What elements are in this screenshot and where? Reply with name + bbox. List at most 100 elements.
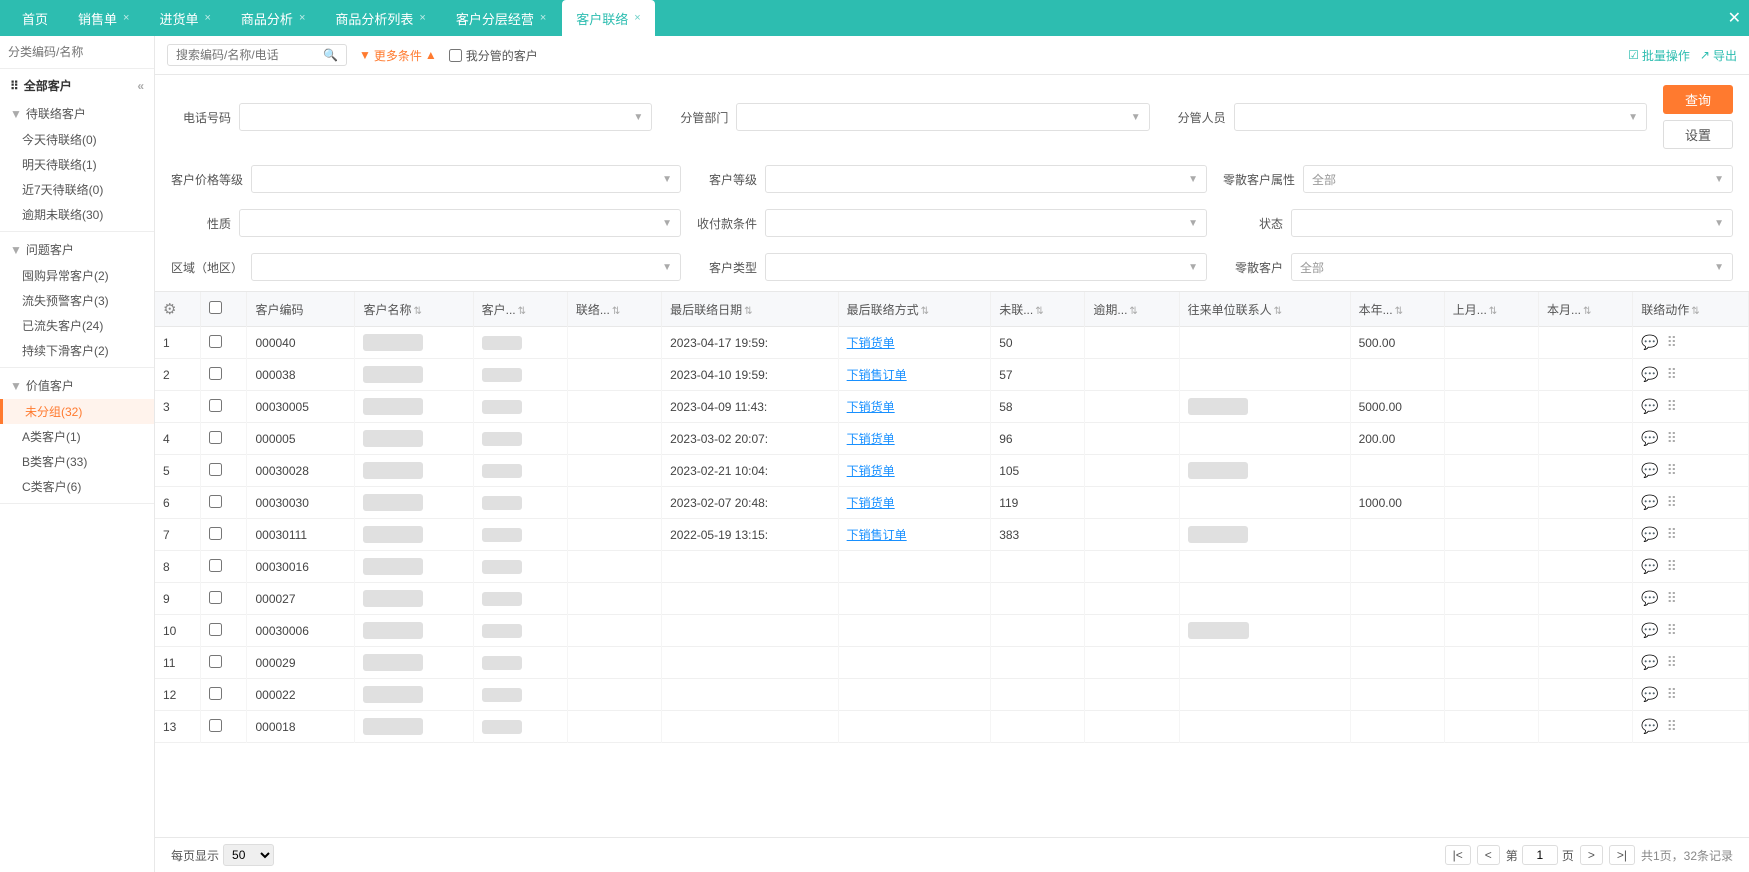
my-customers-checkbox[interactable] [449, 49, 462, 62]
row-checkbox-2[interactable] [201, 391, 247, 423]
tab-item-2[interactable]: 进货单× [145, 0, 224, 36]
comment-icon-11[interactable]: 💬 [1641, 686, 1658, 703]
adv-field-input-3-1[interactable]: ▼ [765, 253, 1207, 281]
filter-search-input[interactable] [176, 48, 318, 62]
tab-close-icon-5[interactable]: × [540, 12, 546, 24]
sidebar-group-label-0[interactable]: ▼ 待联络客户 [0, 100, 154, 127]
col-header-2[interactable]: 客户编码 [247, 292, 355, 327]
row-select-8[interactable] [209, 591, 222, 604]
row-checkbox-12[interactable] [201, 711, 247, 743]
prev-page-btn[interactable]: < [1477, 845, 1500, 865]
comment-icon-3[interactable]: 💬 [1641, 430, 1658, 447]
row-actions-9[interactable]: 💬 ⠿ [1633, 615, 1749, 647]
col-header-7[interactable]: 最后联络方式⇅ [838, 292, 991, 327]
col-header-6[interactable]: 最后联络日期⇅ [662, 292, 839, 327]
comment-icon-7[interactable]: 💬 [1641, 558, 1658, 575]
col-header-12[interactable]: 上月...⇅ [1444, 292, 1538, 327]
sidebar-sub-item-0-0[interactable]: 今天待联络(0) [0, 127, 154, 152]
sidebar-sub-item-0-2[interactable]: 近7天待联络(0) [0, 177, 154, 202]
comment-icon-0[interactable]: 💬 [1641, 334, 1658, 351]
row-last-method-1[interactable]: 下销售订单 [838, 359, 991, 391]
row-checkbox-7[interactable] [201, 551, 247, 583]
all-customers-header[interactable]: ⠿ 全部客户 « [0, 69, 154, 100]
col-header-3[interactable]: 客户名称⇅ [355, 292, 473, 327]
tab-close-icon-3[interactable]: × [299, 12, 305, 24]
adv-field-input-1-1[interactable]: ▼ [765, 165, 1207, 193]
row-actions-2[interactable]: 💬 ⠿ [1633, 391, 1749, 423]
col-header-4[interactable]: 客户...⇅ [473, 292, 567, 327]
col-header-11[interactable]: 本年...⇅ [1350, 292, 1444, 327]
query-button[interactable]: 查询 [1663, 85, 1733, 114]
row-select-5[interactable] [209, 495, 222, 508]
tab-item-5[interactable]: 客户分层经营× [442, 0, 560, 36]
settings-icon[interactable]: ⚙ [163, 301, 176, 318]
last-page-btn[interactable]: >| [1609, 845, 1635, 865]
row-actions-3[interactable]: 💬 ⠿ [1633, 423, 1749, 455]
tab-close-icon-1[interactable]: × [123, 12, 129, 24]
row-select-12[interactable] [209, 719, 222, 732]
last-method-link-3[interactable]: 下销货单 [847, 432, 895, 446]
tab-item-4[interactable]: 商品分析列表× [321, 0, 439, 36]
comment-icon-10[interactable]: 💬 [1641, 654, 1658, 671]
row-checkbox-1[interactable] [201, 359, 247, 391]
row-last-method-6[interactable]: 下销售订单 [838, 519, 991, 551]
row-select-2[interactable] [209, 399, 222, 412]
sidebar-sub-item-1-3[interactable]: 持续下滑客户(2) [0, 338, 154, 363]
row-actions-6[interactable]: 💬 ⠿ [1633, 519, 1749, 551]
tab-item-0[interactable]: 首页 [8, 0, 62, 36]
col-header-13[interactable]: 本月...⇅ [1539, 292, 1633, 327]
sidebar-sub-item-2-0[interactable]: 未分组(32) [0, 399, 154, 424]
row-checkbox-9[interactable] [201, 615, 247, 647]
window-close-icon[interactable]: ✕ [1728, 8, 1741, 28]
next-page-btn[interactable]: > [1580, 845, 1603, 865]
tab-close-icon-4[interactable]: × [419, 12, 425, 24]
comment-icon-5[interactable]: 💬 [1641, 494, 1658, 511]
last-method-link-1[interactable]: 下销售订单 [847, 368, 907, 382]
comment-icon-9[interactable]: 💬 [1641, 622, 1658, 639]
adv-field-input-2-0[interactable]: ▼ [239, 209, 681, 237]
row-checkbox-6[interactable] [201, 519, 247, 551]
adv-field-input-1-0[interactable]: ▼ [251, 165, 681, 193]
sidebar-sub-item-2-1[interactable]: A类客户(1) [0, 424, 154, 449]
grid-action-icon-10[interactable]: ⠿ [1667, 654, 1677, 671]
row-actions-5[interactable]: 💬 ⠿ [1633, 487, 1749, 519]
last-method-link-5[interactable]: 下销货单 [847, 496, 895, 510]
row-actions-7[interactable]: 💬 ⠿ [1633, 551, 1749, 583]
row-checkbox-0[interactable] [201, 327, 247, 359]
row-actions-0[interactable]: 💬 ⠿ [1633, 327, 1749, 359]
adv-field-input-3-0[interactable]: ▼ [251, 253, 681, 281]
sidebar-sub-item-1-2[interactable]: 已流失客户(24) [0, 313, 154, 338]
grid-action-icon-3[interactable]: ⠿ [1667, 430, 1677, 447]
tab-item-1[interactable]: 销售单× [64, 0, 143, 36]
grid-action-icon-6[interactable]: ⠿ [1667, 526, 1677, 543]
row-checkbox-4[interactable] [201, 455, 247, 487]
sidebar-sub-item-2-3[interactable]: C类客户(6) [0, 474, 154, 499]
sidebar-collapse-icon[interactable]: « [137, 79, 144, 93]
last-method-link-6[interactable]: 下销售订单 [847, 528, 907, 542]
grid-action-icon-11[interactable]: ⠿ [1667, 686, 1677, 703]
comment-icon-1[interactable]: 💬 [1641, 366, 1658, 383]
tab-item-6[interactable]: 客户联络× [562, 0, 654, 36]
grid-action-icon-1[interactable]: ⠿ [1667, 366, 1677, 383]
col-header-5[interactable]: 联络...⇅ [567, 292, 661, 327]
grid-action-icon-4[interactable]: ⠿ [1667, 462, 1677, 479]
row-select-3[interactable] [209, 431, 222, 444]
col-header-9[interactable]: 逾期...⇅ [1085, 292, 1179, 327]
grid-action-icon-12[interactable]: ⠿ [1667, 718, 1677, 735]
grid-action-icon-8[interactable]: ⠿ [1667, 590, 1677, 607]
row-last-method-5[interactable]: 下销货单 [838, 487, 991, 519]
comment-icon-8[interactable]: 💬 [1641, 590, 1658, 607]
grid-action-icon-9[interactable]: ⠿ [1667, 622, 1677, 639]
tab-close-icon-6[interactable]: × [634, 12, 640, 24]
row-checkbox-11[interactable] [201, 679, 247, 711]
tab-item-3[interactable]: 商品分析× [227, 0, 319, 36]
reset-button[interactable]: 设置 [1663, 120, 1733, 149]
last-method-link-0[interactable]: 下销货单 [847, 336, 895, 350]
row-checkbox-5[interactable] [201, 487, 247, 519]
row-last-method-4[interactable]: 下销货单 [838, 455, 991, 487]
first-page-btn[interactable]: |< [1445, 845, 1471, 865]
sidebar-group-label-2[interactable]: ▼ 价值客户 [0, 372, 154, 399]
row-actions-4[interactable]: 💬 ⠿ [1633, 455, 1749, 487]
sidebar-sub-item-1-0[interactable]: 囤购异常客户(2) [0, 263, 154, 288]
row-select-10[interactable] [209, 655, 222, 668]
